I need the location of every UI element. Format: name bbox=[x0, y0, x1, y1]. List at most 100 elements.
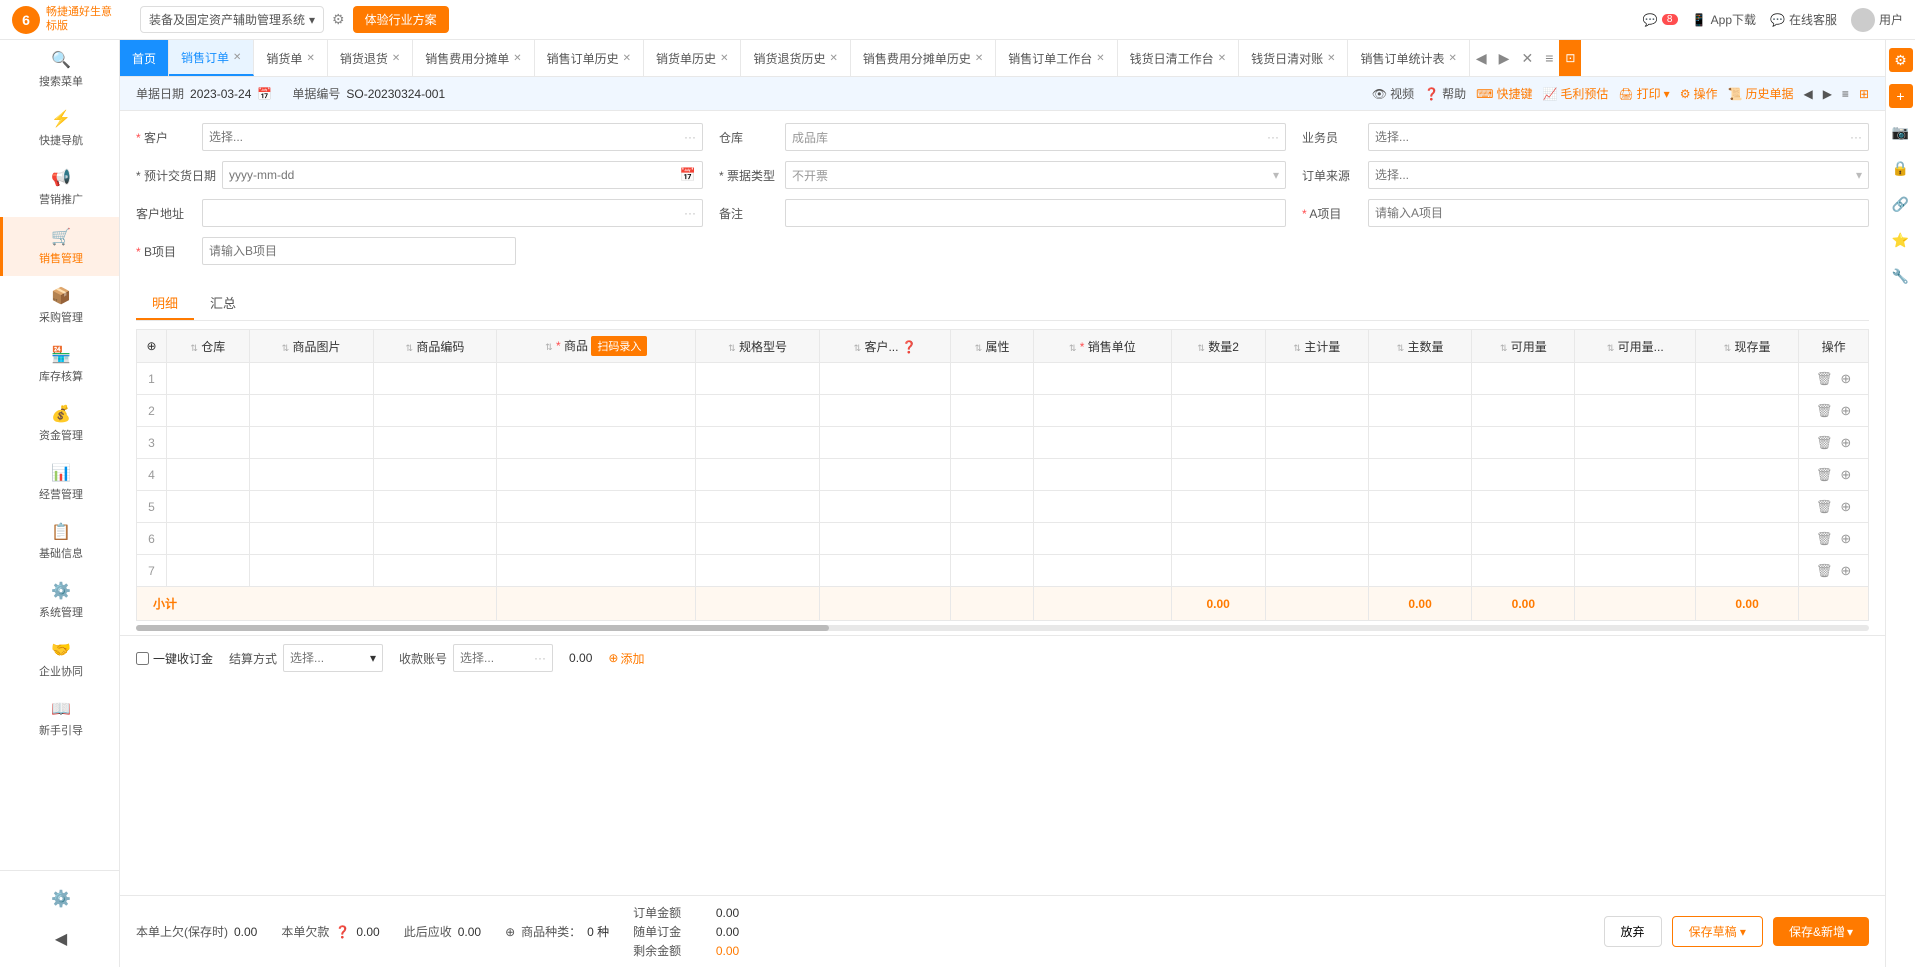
operate-action[interactable]: ⚙ 操作 bbox=[1680, 85, 1718, 102]
quick-deposit-check[interactable] bbox=[136, 652, 149, 665]
tab-close-sales-return[interactable]: ✕ bbox=[306, 53, 314, 64]
sidebar-item-system[interactable]: ⚙️ 系统管理 bbox=[0, 571, 119, 630]
a-project-input-wrap[interactable] bbox=[1368, 199, 1869, 227]
customer-addr-input-wrap[interactable]: ··· bbox=[202, 199, 703, 227]
tab-sales-stats[interactable]: 销售订单统计表 ✕ bbox=[1348, 40, 1469, 76]
col-handle[interactable]: ⊕ bbox=[137, 330, 167, 363]
row-copy-btn[interactable]: ⊕ bbox=[1838, 529, 1853, 549]
sidebar-item-basic[interactable]: 📋 基础信息 bbox=[0, 512, 119, 571]
order-source-dropdown[interactable]: ▾ bbox=[1856, 168, 1862, 182]
tab-sales-order[interactable]: 销售订单 ✕ bbox=[169, 40, 254, 76]
order-source-input-wrap[interactable]: ▾ bbox=[1368, 161, 1869, 189]
detail-tab-summary[interactable]: 汇总 bbox=[194, 287, 252, 320]
customer-addr-input[interactable] bbox=[209, 206, 680, 220]
row-copy-btn[interactable]: ⊕ bbox=[1838, 369, 1853, 389]
row-copy-btn[interactable]: ⊕ bbox=[1838, 465, 1853, 485]
col-sales-unit[interactable]: ⇅ * 销售单位 bbox=[1033, 330, 1171, 363]
col-stock[interactable]: ⇅ 现存量 bbox=[1695, 330, 1798, 363]
sidebar-item-sales[interactable]: 🛒 销售管理 bbox=[0, 217, 119, 276]
col-main-unit[interactable]: ⇅ 主计量 bbox=[1265, 330, 1368, 363]
right-icon-add[interactable]: + bbox=[1889, 84, 1913, 108]
a-project-input[interactable] bbox=[1375, 206, 1862, 220]
bank-account-input[interactable] bbox=[460, 651, 530, 665]
warehouse-input[interactable] bbox=[792, 130, 1263, 144]
sidebar-item-inventory[interactable]: 🏪 库存核算 bbox=[0, 335, 119, 394]
sidebar-settings[interactable]: ⚙️ bbox=[0, 879, 119, 919]
tab-menu-btn[interactable]: ≡ bbox=[1539, 40, 1559, 76]
scan-btn[interactable]: 扫码录入 bbox=[591, 336, 647, 356]
col-qty2[interactable]: ⇅ 数量2 bbox=[1171, 330, 1265, 363]
col-customer-code[interactable]: ⇅ 客户... ❓ bbox=[820, 330, 951, 363]
warehouse-input-wrap[interactable]: ··· bbox=[785, 123, 1286, 151]
right-icon-settings[interactable]: ⚙ bbox=[1889, 48, 1913, 72]
app-download-btn[interactable]: 📱 App下载 bbox=[1692, 11, 1756, 28]
col-product-img[interactable]: ⇅ 商品图片 bbox=[249, 330, 373, 363]
tab-close-sales-return-hist[interactable]: ✕ bbox=[720, 53, 728, 64]
view-toggle-btn[interactable]: ≡ bbox=[1842, 87, 1849, 101]
tab-prev-btn[interactable]: ◀ bbox=[1470, 40, 1493, 76]
tab-close-sales-refund-hist[interactable]: ✕ bbox=[829, 53, 837, 64]
tab-cash-daily[interactable]: 钱货日清工作台 ✕ bbox=[1118, 40, 1239, 76]
row-delete-btn[interactable]: 🗑 bbox=[1814, 465, 1835, 485]
customer-ellipsis[interactable]: ··· bbox=[684, 130, 696, 144]
tab-close-sales-order[interactable]: ✕ bbox=[233, 52, 241, 63]
shortcut-action[interactable]: ⌨ 快捷键 bbox=[1476, 85, 1532, 102]
quick-deposit-checkbox[interactable]: 一键收订金 bbox=[136, 650, 213, 667]
col-product-code[interactable]: ⇅ 商品编码 bbox=[373, 330, 497, 363]
save-new-btn[interactable]: 保存&新增 ▾ bbox=[1773, 917, 1869, 946]
tab-sales-return[interactable]: 销货单 ✕ bbox=[254, 40, 327, 76]
payment-method-input[interactable] bbox=[290, 651, 366, 665]
row-copy-btn[interactable]: ⊕ bbox=[1838, 401, 1853, 421]
row-delete-btn[interactable]: 🗑 bbox=[1814, 401, 1835, 421]
row-delete-btn[interactable]: 🗑 bbox=[1814, 561, 1835, 581]
b-project-input-wrap[interactable] bbox=[202, 237, 516, 265]
view-action[interactable]: 👁 视频 bbox=[1372, 85, 1414, 102]
sidebar-collapse[interactable]: ◀ bbox=[0, 919, 119, 959]
row-copy-btn[interactable]: ⊕ bbox=[1838, 561, 1853, 581]
warehouse-ellipsis[interactable]: ··· bbox=[1267, 130, 1279, 144]
tab-close-sales-cost-hist[interactable]: ✕ bbox=[975, 53, 983, 64]
message-btn[interactable]: 💬 8 bbox=[1643, 13, 1678, 27]
tab-close-sales-refund[interactable]: ✕ bbox=[392, 53, 400, 64]
invoice-type-input[interactable] bbox=[792, 168, 1269, 182]
calendar-icon[interactable]: 📅 bbox=[257, 87, 272, 101]
customer-addr-ellipsis[interactable]: ··· bbox=[684, 206, 696, 220]
tab-close-sales-cost[interactable]: ✕ bbox=[513, 53, 521, 64]
right-icon-link[interactable]: 🔗 bbox=[1889, 192, 1913, 216]
prev-record-btn[interactable]: ◀ bbox=[1803, 87, 1812, 101]
tab-close-cash-daily[interactable]: ✕ bbox=[1218, 53, 1226, 64]
sidebar-item-quick-nav[interactable]: ⚡ 快捷导航 bbox=[0, 99, 119, 158]
next-record-btn[interactable]: ▶ bbox=[1823, 87, 1832, 101]
online-service-btn[interactable]: 💬 在线客服 bbox=[1770, 11, 1837, 28]
table-scrollbar-thumb[interactable] bbox=[136, 625, 829, 631]
sidebar-item-cooperation[interactable]: 🤝 企业协同 bbox=[0, 630, 119, 689]
col-warehouse[interactable]: ⇅ 仓库 bbox=[167, 330, 250, 363]
tab-sales-cost[interactable]: 销售费用分摊单 ✕ bbox=[413, 40, 534, 76]
save-draft-btn[interactable]: 保存草稿 ▾ bbox=[1672, 916, 1763, 947]
salesman-input[interactable] bbox=[1375, 130, 1846, 144]
tab-expand-btn[interactable]: ⊡ bbox=[1559, 40, 1581, 76]
sidebar-item-marketing[interactable]: 📢 营销推广 bbox=[0, 158, 119, 217]
remark-input[interactable] bbox=[792, 206, 1279, 220]
col-attributes[interactable]: ⇅ 属性 bbox=[951, 330, 1034, 363]
delivery-calendar-icon[interactable]: 📅 bbox=[680, 167, 696, 183]
help-action[interactable]: ❓ 帮助 bbox=[1424, 85, 1466, 102]
sidebar-item-purchase[interactable]: 📦 采购管理 bbox=[0, 276, 119, 335]
tab-sales-return-hist[interactable]: 销货单历史 ✕ bbox=[644, 40, 741, 76]
tab-close-all-btn[interactable]: ✕ bbox=[1515, 40, 1539, 76]
tab-close-sales-order-hist[interactable]: ✕ bbox=[623, 53, 631, 64]
profit-action[interactable]: 📈 毛利预估 bbox=[1542, 85, 1608, 102]
detail-tab-detail[interactable]: 明细 bbox=[136, 287, 194, 320]
row-copy-btn[interactable]: ⊕ bbox=[1838, 433, 1853, 453]
tab-sales-refund-hist[interactable]: 销货退货历史 ✕ bbox=[741, 40, 850, 76]
discard-btn[interactable]: 放弃 bbox=[1604, 916, 1662, 947]
user-menu[interactable]: 用户 bbox=[1851, 8, 1903, 32]
tab-close-sales-workbench[interactable]: ✕ bbox=[1096, 53, 1104, 64]
history-action[interactable]: 📜 历史单据 bbox=[1727, 85, 1793, 102]
add-row-btn[interactable]: ⊕ 添加 bbox=[608, 650, 644, 667]
right-icon-tool[interactable]: 🔧 bbox=[1889, 264, 1913, 288]
right-icon-star[interactable]: ⭐ bbox=[1889, 228, 1913, 252]
right-icon-camera[interactable]: 📷 bbox=[1889, 120, 1913, 144]
sidebar-item-finance[interactable]: 💰 资金管理 bbox=[0, 394, 119, 453]
grid-view-btn[interactable]: ⊞ bbox=[1859, 87, 1869, 101]
